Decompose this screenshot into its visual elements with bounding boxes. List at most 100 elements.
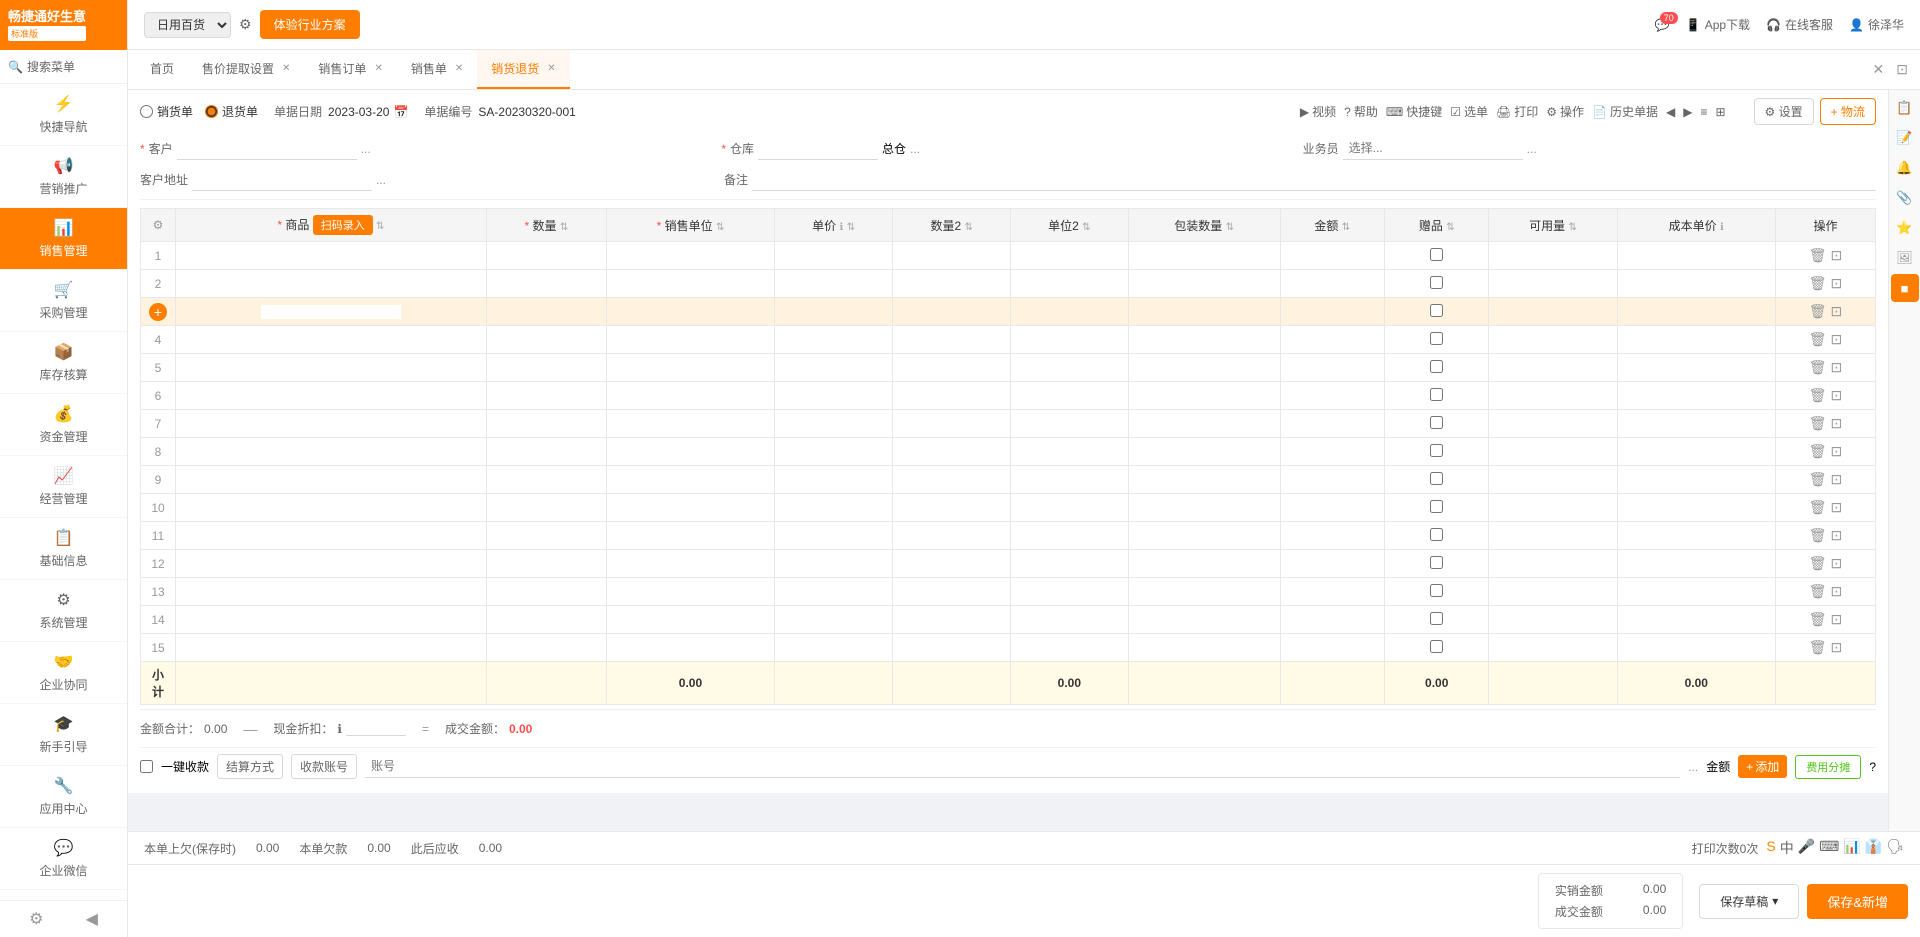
copy-row-icon-4[interactable]: ⊡	[1830, 331, 1842, 348]
tool-icon4[interactable]: 📊	[1843, 838, 1860, 858]
action-video[interactable]: ▶ 视频	[1300, 103, 1336, 120]
tab-sales-order-close[interactable]: ✕	[374, 63, 382, 74]
sidebar-item-finance[interactable]: 💰 资金管理	[0, 394, 127, 456]
copy-row-icon-10[interactable]: ⊡	[1830, 499, 1842, 516]
sidebar-item-enterprise[interactable]: 🤝 企业协同	[0, 642, 127, 704]
sidebar-item-quick-nav[interactable]: ⚡ 快捷导航	[0, 84, 127, 146]
copy-row-icon-1[interactable]: ⊡	[1830, 247, 1842, 264]
sidebar-item-marketing[interactable]: 📢 营销推广	[0, 146, 127, 208]
product-sort-icon[interactable]: ⇅	[376, 221, 384, 232]
delete-row-icon-14[interactable]: 🗑	[1809, 611, 1827, 628]
online-service[interactable]: 🎧 在线客服	[1766, 16, 1833, 33]
split-button[interactable]: 费用分摊	[1795, 755, 1861, 779]
sidebar-item-sales[interactable]: 📊 销售管理	[0, 208, 127, 270]
delete-row-icon-8[interactable]: 🗑	[1809, 443, 1827, 460]
address-more-icon[interactable]: ...	[376, 173, 386, 187]
tool-icon6[interactable]: 🗣	[1886, 838, 1904, 858]
gift-checkbox-11[interactable]	[1430, 528, 1443, 541]
warehouse-more-icon[interactable]: ...	[910, 142, 920, 156]
tab-home[interactable]: 首页	[136, 50, 188, 89]
sidebar-item-member[interactable]: 👑 畅会员	[0, 890, 127, 900]
radio-sales[interactable]: 销货单	[140, 103, 193, 120]
delete-row-icon-13[interactable]: 🗑	[1809, 583, 1827, 600]
salesperson-input[interactable]	[1343, 137, 1523, 160]
delete-row-icon-11[interactable]: 🗑	[1809, 527, 1827, 544]
action-history[interactable]: 📄 历史单据	[1592, 103, 1658, 120]
sidebar-item-app-center[interactable]: 🔧 应用中心	[0, 766, 127, 828]
settings-bottom-icon[interactable]: ⚙	[29, 909, 43, 929]
action-shortcut[interactable]: ⌨ 快捷键	[1386, 103, 1442, 120]
right-panel-clipboard[interactable]: 📋	[1891, 94, 1919, 122]
account-input[interactable]	[365, 755, 1680, 778]
tab-sales-order[interactable]: 销售订单 ✕	[304, 50, 396, 89]
gift-checkbox-1[interactable]	[1430, 248, 1443, 261]
account-more[interactable]: ...	[1688, 760, 1698, 774]
th-cost-unit[interactable]: 成本单价 ℹ	[1617, 209, 1775, 242]
th-amount[interactable]: 金额 ⇅	[1280, 209, 1384, 242]
product-input-3[interactable]	[261, 305, 401, 319]
calculation-method-btn[interactable]: 结算方式	[217, 754, 283, 779]
copy-row-icon-13[interactable]: ⊡	[1830, 583, 1842, 600]
gift-checkbox-15[interactable]	[1430, 640, 1443, 653]
discount-input[interactable]	[346, 721, 406, 736]
delete-row-icon-9[interactable]: 🗑	[1809, 471, 1827, 488]
tool-icon2[interactable]: 🎤	[1798, 838, 1815, 858]
save-draft-button[interactable]: 保存草稿 ▾	[1699, 884, 1799, 919]
address-input[interactable]	[192, 168, 372, 191]
delete-row-icon-10[interactable]: 🗑	[1809, 499, 1827, 516]
message-icon[interactable]: 💬 70	[1655, 18, 1670, 32]
app-download[interactable]: 📱 App下载	[1686, 16, 1750, 33]
th-package-qty[interactable]: 包装数量 ⇅	[1128, 209, 1280, 242]
warehouse-input[interactable]	[758, 137, 878, 160]
delete-row-icon-1[interactable]: 🗑	[1809, 247, 1827, 264]
tab-sales[interactable]: 销售单 ✕	[397, 50, 477, 89]
th-product[interactable]: * 商品 扫码录入 ⇅	[176, 209, 487, 242]
sidebar-item-basic-info[interactable]: 📋 基础信息	[0, 518, 127, 580]
sidebar-item-wechat[interactable]: 💬 企业微信	[0, 828, 127, 890]
gift-checkbox-14[interactable]	[1430, 612, 1443, 625]
action-print[interactable]: 🖨 打印	[1496, 103, 1538, 120]
copy-row-icon-8[interactable]: ⊡	[1830, 443, 1842, 460]
gift-checkbox-9[interactable]	[1430, 472, 1443, 485]
radio-return[interactable]: 退货单	[205, 103, 258, 120]
th-sales-unit[interactable]: * 销售单位 ⇅	[607, 209, 775, 242]
right-panel-attach[interactable]: 📎	[1891, 184, 1919, 212]
experience-btn[interactable]: 体验行业方案	[260, 10, 360, 39]
nav-prev-icon[interactable]: ◀	[1666, 105, 1675, 119]
gift-checkbox-4[interactable]	[1430, 332, 1443, 345]
copy-row-icon-12[interactable]: ⊡	[1830, 555, 1842, 572]
copy-row-icon-11[interactable]: ⊡	[1830, 527, 1842, 544]
dropdown-arrow-icon[interactable]: ▾	[1772, 894, 1778, 908]
sidebar-item-system[interactable]: ⚙ 系统管理	[0, 580, 127, 642]
right-panel-bell[interactable]: 🔔	[1891, 154, 1919, 182]
industry-selector[interactable]: 日用百货	[144, 12, 231, 38]
copy-row-icon-5[interactable]: ⊡	[1830, 359, 1842, 376]
view-grid-icon[interactable]: ⊞	[1715, 105, 1725, 119]
salesperson-more-icon[interactable]: ...	[1527, 142, 1537, 156]
copy-row-icon-15[interactable]: ⊡	[1830, 639, 1842, 656]
delete-row-icon-2[interactable]: 🗑	[1809, 275, 1827, 292]
sidebar-item-operations[interactable]: 📈 经营管理	[0, 456, 127, 518]
copy-row-icon-3[interactable]: ⊡	[1830, 303, 1842, 320]
add-button[interactable]: + 添加	[1738, 755, 1787, 778]
delete-row-icon-7[interactable]: 🗑	[1809, 415, 1827, 432]
tab-sales-return-close[interactable]: ✕	[547, 63, 555, 74]
user-profile[interactable]: 👤 徐泽华	[1849, 16, 1904, 33]
tool-icon5[interactable]: 👔	[1865, 838, 1882, 858]
one-click-checkbox[interactable]	[140, 760, 153, 773]
gift-checkbox-8[interactable]	[1430, 444, 1443, 457]
tool-icon1[interactable]: 中	[1780, 838, 1794, 858]
nav-next-icon[interactable]: ▶	[1683, 105, 1692, 119]
tab-sales-close[interactable]: ✕	[455, 63, 463, 74]
customer-more-icon[interactable]: ...	[361, 142, 371, 156]
delete-row-icon-4[interactable]: 🗑	[1809, 331, 1827, 348]
delete-row-icon-6[interactable]: 🗑	[1809, 387, 1827, 404]
right-panel-image[interactable]: 🖼	[1891, 244, 1919, 272]
tab-price-extract[interactable]: 售价提取设置 ✕	[188, 50, 304, 89]
copy-row-icon-6[interactable]: ⊡	[1830, 387, 1842, 404]
th-quantity[interactable]: * 数量 ⇅	[486, 209, 606, 242]
th-unit-price[interactable]: 单价 ℹ ⇅	[774, 209, 893, 242]
add-row-button[interactable]: +	[149, 303, 167, 321]
sidebar-item-guide[interactable]: 🎓 新手引导	[0, 704, 127, 766]
gift-checkbox-5[interactable]	[1430, 360, 1443, 373]
